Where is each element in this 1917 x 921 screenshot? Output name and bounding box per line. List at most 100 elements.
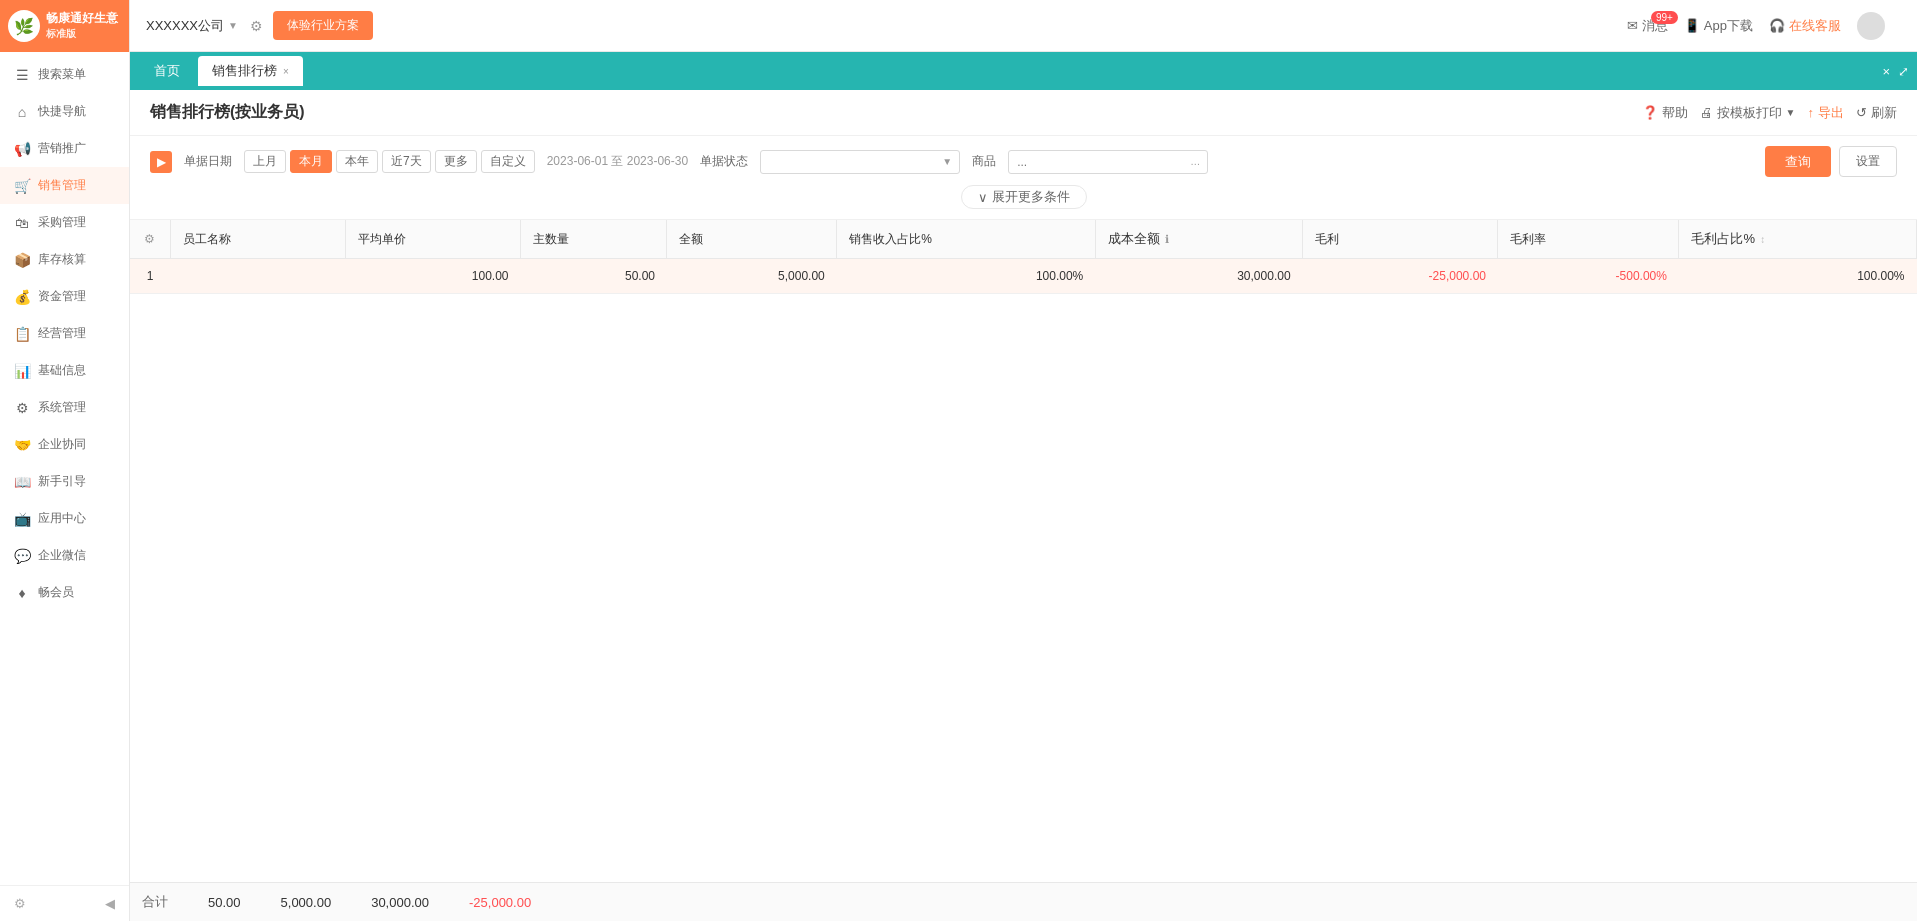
headset-icon: 🎧 [1769,18,1785,33]
period-btn-this-year[interactable]: 本年 [336,150,378,173]
message-badge: 99+ [1651,11,1678,24]
topbar-right: ✉ 消息 99+ 📱 App下载 🎧 在线客服 [1627,12,1901,40]
print-icon: 🖨 [1700,105,1713,120]
footer-main-qty: 50.00 [208,895,241,910]
tab-home[interactable]: 首页 [138,54,196,88]
filter-toggle-button[interactable]: ▶ [150,151,172,173]
print-button[interactable]: 🖨 按模板打印 ▼ [1700,104,1796,122]
sidebar-item-system[interactable]: ⚙ 系统管理 [0,389,129,426]
guide-icon: 📖 [14,474,30,490]
export-icon: ↑ [1808,105,1815,120]
trial-button[interactable]: 体验行业方案 [273,11,373,40]
message-icon: ✉ [1627,18,1638,33]
window-close-icon[interactable]: × [1882,64,1890,79]
period-btn-this-month[interactable]: 本月 [290,150,332,173]
expand-button[interactable]: ∨ 展开更多条件 [961,185,1087,209]
logo-icon: 🌿 [8,10,40,42]
col-gross-rate: 毛利率 [1498,220,1679,259]
user-avatar[interactable] [1857,12,1885,40]
sidebar-item-search[interactable]: ☰ 搜索菜单 [0,56,129,93]
tab-sales-ranking[interactable]: 销售排行榜 × [198,56,303,86]
cell-name [170,259,345,294]
period-btn-custom[interactable]: 自定义 [481,150,535,173]
footer-amount: 5,000.00 [281,895,332,910]
main-area: XXXXXX公司 ▼ ⚙ 体验行业方案 ✉ 消息 99+ 📱 App下载 🎧 在… [130,0,1917,921]
help-button[interactable]: ❓ 帮助 [1642,104,1688,122]
sidebar-item-purchase[interactable]: 🛍 采购管理 [0,204,129,241]
system-icon: ⚙ [14,400,30,416]
sidebar-item-sales[interactable]: 🛒 销售管理 [0,167,129,204]
sidebar-item-marketing[interactable]: 📢 营销推广 [0,130,129,167]
content-area: 销售排行榜(按业务员) ❓ 帮助 🖨 按模板打印 ▼ ↑ 导出 ↺ 刷新 [130,90,1917,921]
online-service-button[interactable]: 🎧 在线客服 [1769,17,1841,35]
tabbar: 首页 销售排行榜 × × ⤢ [130,52,1917,90]
col-cost: 成本全额 ℹ [1095,220,1302,259]
table-footer: 合计 50.00 5,000.00 30,000.00 -25,000.00 [130,882,1917,921]
sidebar-item-guide[interactable]: 📖 新手引导 [0,463,129,500]
refresh-button[interactable]: ↺ 刷新 [1856,104,1897,122]
purchase-icon: 🛍 [14,215,30,231]
goods-input[interactable] [1008,150,1208,174]
period-btn-more[interactable]: 更多 [435,150,477,173]
sidebar-item-operations[interactable]: 📋 经营管理 [0,315,129,352]
search-menu-icon: ☰ [14,67,30,83]
company-selector[interactable]: XXXXXX公司 ▼ [146,17,238,35]
cell-rank: 1 [130,259,170,294]
topbar-gear-icon[interactable]: ⚙ [250,18,263,34]
app-download-button[interactable]: 📱 App下载 [1684,17,1753,35]
message-button[interactable]: ✉ 消息 99+ [1627,17,1668,35]
period-btn-last-month[interactable]: 上月 [244,150,286,173]
sidebar-bottom: ⚙ ◀ [0,885,129,921]
tab-close-icon[interactable]: × [283,66,289,77]
col-avg-price: 平均单价 [345,220,520,259]
cell-amount: 5,000.00 [667,259,837,294]
period-buttons: 上月 本月 本年 近7天 更多 自定义 [244,150,535,173]
goods-label: 商品 [972,153,996,170]
footer-cost: 30,000.00 [371,895,429,910]
cell-main-qty: 50.00 [521,259,667,294]
mobile-icon: 📱 [1684,18,1700,33]
sidebar-collapse-icon[interactable]: ◀ [105,896,115,911]
status-select[interactable] [760,150,960,174]
setting-button[interactable]: 设置 [1839,146,1897,177]
cell-avg-price: 100.00 [345,259,520,294]
gross-pct-sort-icon[interactable]: ↕ [1760,234,1765,245]
sidebar-item-basic-info[interactable]: 📊 基础信息 [0,352,129,389]
print-dropdown-icon: ▼ [1786,107,1796,118]
query-button[interactable]: 查询 [1765,146,1831,177]
sidebar-settings-icon[interactable]: ⚙ [14,896,26,911]
date-label: 单据日期 [184,153,232,170]
col-sales-pct: 销售收入占比% [837,220,1096,259]
export-button[interactable]: ↑ 导出 [1808,104,1845,122]
sidebar-item-wechat[interactable]: 💬 企业微信 [0,537,129,574]
operations-icon: 📋 [14,326,30,342]
period-btn-7days[interactable]: 近7天 [382,150,431,173]
filter-bar: ▶ 单据日期 上月 本月 本年 近7天 更多 自定义 2023-06-01 至 … [130,136,1917,220]
cell-cost: 30,000.00 [1095,259,1302,294]
col-main-qty: 主数量 [521,220,667,259]
cell-sales-pct: 100.00% [837,259,1096,294]
cell-gross-pct: 100.00% [1679,259,1917,294]
window-expand-icon[interactable]: ⤢ [1898,64,1909,79]
sidebar-item-quick-nav[interactable]: ⌂ 快捷导航 [0,93,129,130]
cost-info-icon[interactable]: ℹ [1165,233,1169,245]
page-header: 销售排行榜(按业务员) ❓ 帮助 🖨 按模板打印 ▼ ↑ 导出 ↺ 刷新 [130,90,1917,136]
finance-icon: 💰 [14,289,30,305]
col-amount: 全额 [667,220,837,259]
date-range: 2023-06-01 至 2023-06-30 [547,153,688,170]
expand-row: ∨ 展开更多条件 [150,185,1897,209]
sidebar-item-enterprise[interactable]: 🤝 企业协同 [0,426,129,463]
topbar: XXXXXX公司 ▼ ⚙ 体验行业方案 ✉ 消息 99+ 📱 App下载 🎧 在… [130,0,1917,52]
sidebar-item-inventory[interactable]: 📦 库存核算 [0,241,129,278]
footer-total-label: 合计 [142,893,168,911]
sidebar: 🌿 畅康通好生意 标准版 ☰ 搜索菜单 ⌂ 快捷导航 📢 营销推广 🛒 销售管理… [0,0,130,921]
filter-toggle-icon: ▶ [157,155,166,169]
sidebar-item-app-center[interactable]: 📺 应用中心 [0,500,129,537]
refresh-icon: ↺ [1856,105,1867,120]
col-settings[interactable]: ⚙ [130,220,170,259]
sidebar-item-finance[interactable]: 💰 资金管理 [0,278,129,315]
col-gross: 毛利 [1303,220,1498,259]
page-actions: ❓ 帮助 🖨 按模板打印 ▼ ↑ 导出 ↺ 刷新 [1642,104,1897,122]
footer-gross: -25,000.00 [469,895,531,910]
sidebar-item-member[interactable]: ♦ 畅会员 [0,574,129,611]
